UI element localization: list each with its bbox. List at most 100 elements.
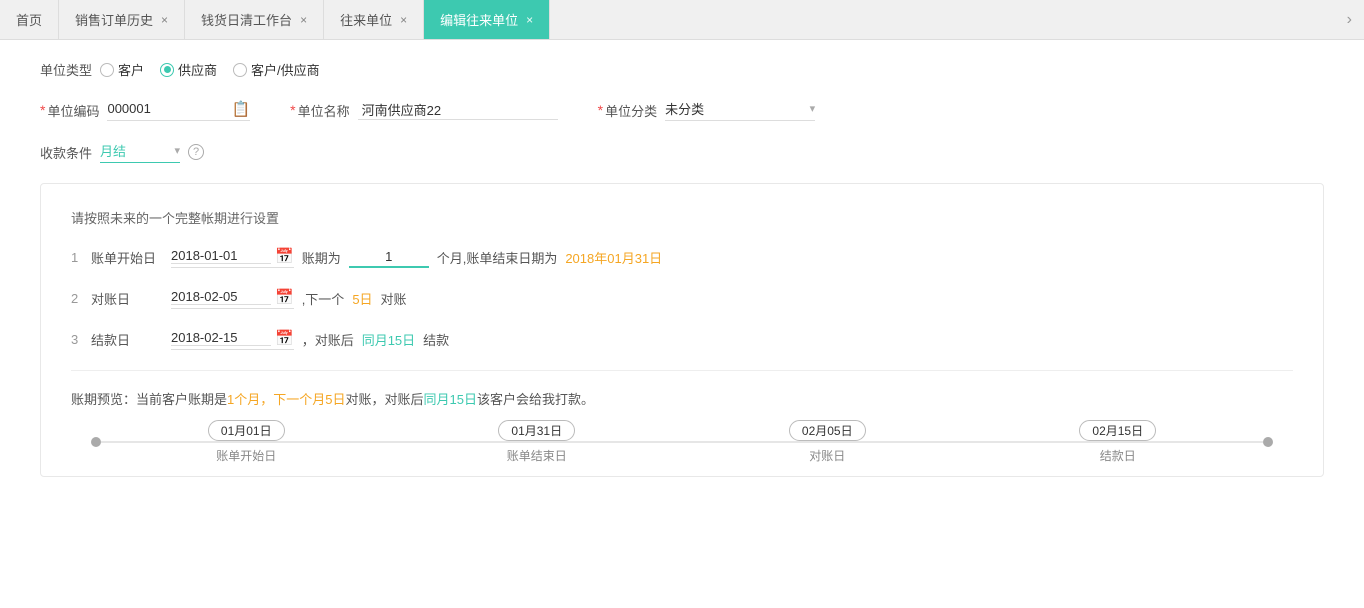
timeline-nodes: 01月01日 账单开始日 01月31日 账单结束日 (101, 432, 1263, 452)
tab-cash-work[interactable]: 钱货日清工作台 × (185, 0, 324, 39)
row-num-3: 3 (71, 332, 91, 347)
unit-type-label: 单位类型 (40, 60, 92, 79)
payment-select[interactable]: 月结 ▾ (100, 141, 180, 163)
timeline-pill-3: 02月05日 (789, 420, 866, 441)
unit-type-row: 单位类型 客户 供应商 客户/供应商 (40, 60, 1324, 79)
setting-row-3: 3 结款日 📅 ，对账后 同月15日 结款 (71, 329, 1293, 350)
tab-sales-label: 销售订单历史 (75, 10, 153, 29)
reconcile-prefix: ,下一个 (302, 289, 345, 308)
tab-partners[interactable]: 往来单位 × (324, 0, 424, 39)
period-prefix: 账期为 (302, 248, 341, 267)
unit-code-input[interactable] (107, 101, 227, 116)
unit-name-input[interactable] (358, 100, 558, 120)
period-input[interactable] (349, 247, 429, 268)
settings-title: 请按照未来的一个完整帐期进行设置 (71, 208, 1293, 227)
reconcile-suffix: 对账 (381, 289, 407, 308)
timeline-date-2: 01月31日 (511, 424, 562, 438)
unit-code-input-wrap: 📋 (107, 100, 250, 121)
radio-both-circle (233, 63, 247, 77)
preview-part2: 下一个月5日 (273, 392, 345, 407)
setting-row-1: 1 账单开始日 📅 账期为 个月,账单结束日期为 2018年01月31日 (71, 247, 1293, 268)
payment-row: 收款条件 月结 ▾ ? (40, 141, 1324, 163)
close-icon[interactable]: × (400, 13, 407, 27)
unit-code-field: * 单位编码 📋 (40, 100, 250, 121)
calendar-icon-3[interactable]: 📅 (275, 329, 294, 347)
row-content-1: 📅 账期为 个月,账单结束日期为 2018年01月31日 (171, 247, 1293, 268)
tab-sales-history[interactable]: 销售订单历史 × (59, 0, 185, 39)
payment-highlight: 同月15日 (362, 330, 415, 349)
radio-supplier-label: 供应商 (178, 60, 217, 79)
reconcile-date-input[interactable] (171, 289, 271, 305)
timeline-label-3: 对账日 (809, 447, 845, 464)
tab-bar: 首页 销售订单历史 × 钱货日清工作台 × 往来单位 × 编辑往来单位 × › (0, 0, 1364, 40)
row-label-1: 账单开始日 (91, 248, 171, 267)
setting-row-2: 2 对账日 📅 ,下一个 5日 对账 (71, 288, 1293, 309)
timeline-track: 01月01日 账单开始日 01月31日 账单结束日 (101, 432, 1263, 452)
preview-part4: 同月15日 (424, 392, 477, 407)
required-star: * (40, 102, 45, 118)
calendar-icon-2[interactable]: 📅 (275, 288, 294, 306)
radio-both-label: 客户/供应商 (251, 60, 320, 79)
period-end-date: 2018年01月31日 (565, 248, 662, 267)
required-star-cat: * (598, 102, 603, 118)
preview-part1: 1个月， (227, 392, 273, 407)
unit-category-label: 单位分类 (605, 101, 657, 120)
payment-value: 月结 (100, 141, 170, 160)
row-content-2: 📅 ,下一个 5日 对账 (171, 288, 1293, 309)
timeline-date-4: 02月15日 (1092, 424, 1143, 438)
unit-name-field: * 单位名称 (290, 100, 557, 120)
row-num-2: 2 (71, 291, 91, 306)
timeline-date-3: 02月05日 (802, 424, 853, 438)
radio-customer-circle (100, 63, 114, 77)
main-content: 单位类型 客户 供应商 客户/供应商 * 单位编码 (0, 40, 1364, 608)
payment-date-input[interactable] (171, 330, 271, 346)
tab-edit-partner[interactable]: 编辑往来单位 × (424, 0, 550, 39)
help-icon[interactable]: ? (188, 144, 204, 160)
preview-label: 账期预览：当前客户账期是 (71, 392, 227, 407)
timeline: 01月01日 账单开始日 01月31日 账单结束日 (71, 432, 1293, 452)
radio-supplier[interactable]: 供应商 (160, 60, 217, 79)
copy-icon[interactable]: 📋 (231, 100, 250, 118)
tab-more-button[interactable]: › (1335, 11, 1364, 29)
unit-type-field: 单位类型 客户 供应商 客户/供应商 (40, 60, 320, 79)
preview-section: 账期预览：当前客户账期是1个月，下一个月5日对账，对账后同月15日该客户会给我打… (71, 370, 1293, 452)
radio-supplier-circle (160, 63, 174, 77)
required-star-name: * (290, 102, 295, 118)
payment-prefix: ，对账后 (302, 330, 354, 349)
calendar-icon-1[interactable]: 📅 (275, 247, 294, 265)
unit-code-label: 单位编码 (47, 101, 99, 120)
start-date-input[interactable] (171, 248, 271, 264)
reconcile-date-wrap: 📅 (171, 288, 294, 309)
reconcile-highlight: 5日 (352, 289, 372, 308)
unit-type-radio-group: 客户 供应商 客户/供应商 (100, 60, 320, 79)
timeline-left-dot (91, 437, 101, 447)
unit-category-value: 未分类 (665, 99, 805, 118)
payment-field: 收款条件 月结 ▾ ? (40, 141, 204, 163)
payment-date-wrap: 📅 (171, 329, 294, 350)
close-icon[interactable]: × (300, 13, 307, 27)
unit-category-field: * 单位分类 未分类 ▾ (598, 99, 815, 121)
close-icon[interactable]: × (526, 13, 533, 27)
radio-both[interactable]: 客户/供应商 (233, 60, 320, 79)
preview-part3: 对账，对账后 (345, 392, 423, 407)
preview-text: 账期预览：当前客户账期是1个月，下一个月5日对账，对账后同月15日该客户会给我打… (71, 389, 1293, 408)
tab-cash-label: 钱货日清工作台 (201, 10, 292, 29)
period-suffix: 个月,账单结束日期为 (437, 248, 558, 267)
settings-box: 请按照未来的一个完整帐期进行设置 1 账单开始日 📅 账期为 个月,账单结束日期… (40, 183, 1324, 477)
chevron-down-icon-payment: ▾ (174, 144, 180, 157)
radio-customer[interactable]: 客户 (100, 60, 144, 79)
row-label-3: 结款日 (91, 330, 171, 349)
timeline-label-4: 结款日 (1100, 447, 1136, 464)
preview-part5: 该客户会给我打款。 (477, 392, 594, 407)
timeline-node-3: 02月05日 对账日 (789, 420, 866, 464)
chevron-down-icon: ▾ (810, 102, 816, 115)
payment-label: 收款条件 (40, 143, 92, 162)
close-icon[interactable]: × (161, 13, 168, 27)
start-date-input-wrap: 📅 (171, 247, 294, 268)
timeline-right-dot (1263, 437, 1273, 447)
unit-category-select[interactable]: 未分类 ▾ (665, 99, 815, 121)
tab-home[interactable]: 首页 (0, 0, 59, 39)
timeline-label-2: 账单结束日 (507, 447, 567, 464)
unit-name-label: 单位名称 (298, 101, 350, 120)
timeline-pill-2: 01月31日 (498, 420, 575, 441)
